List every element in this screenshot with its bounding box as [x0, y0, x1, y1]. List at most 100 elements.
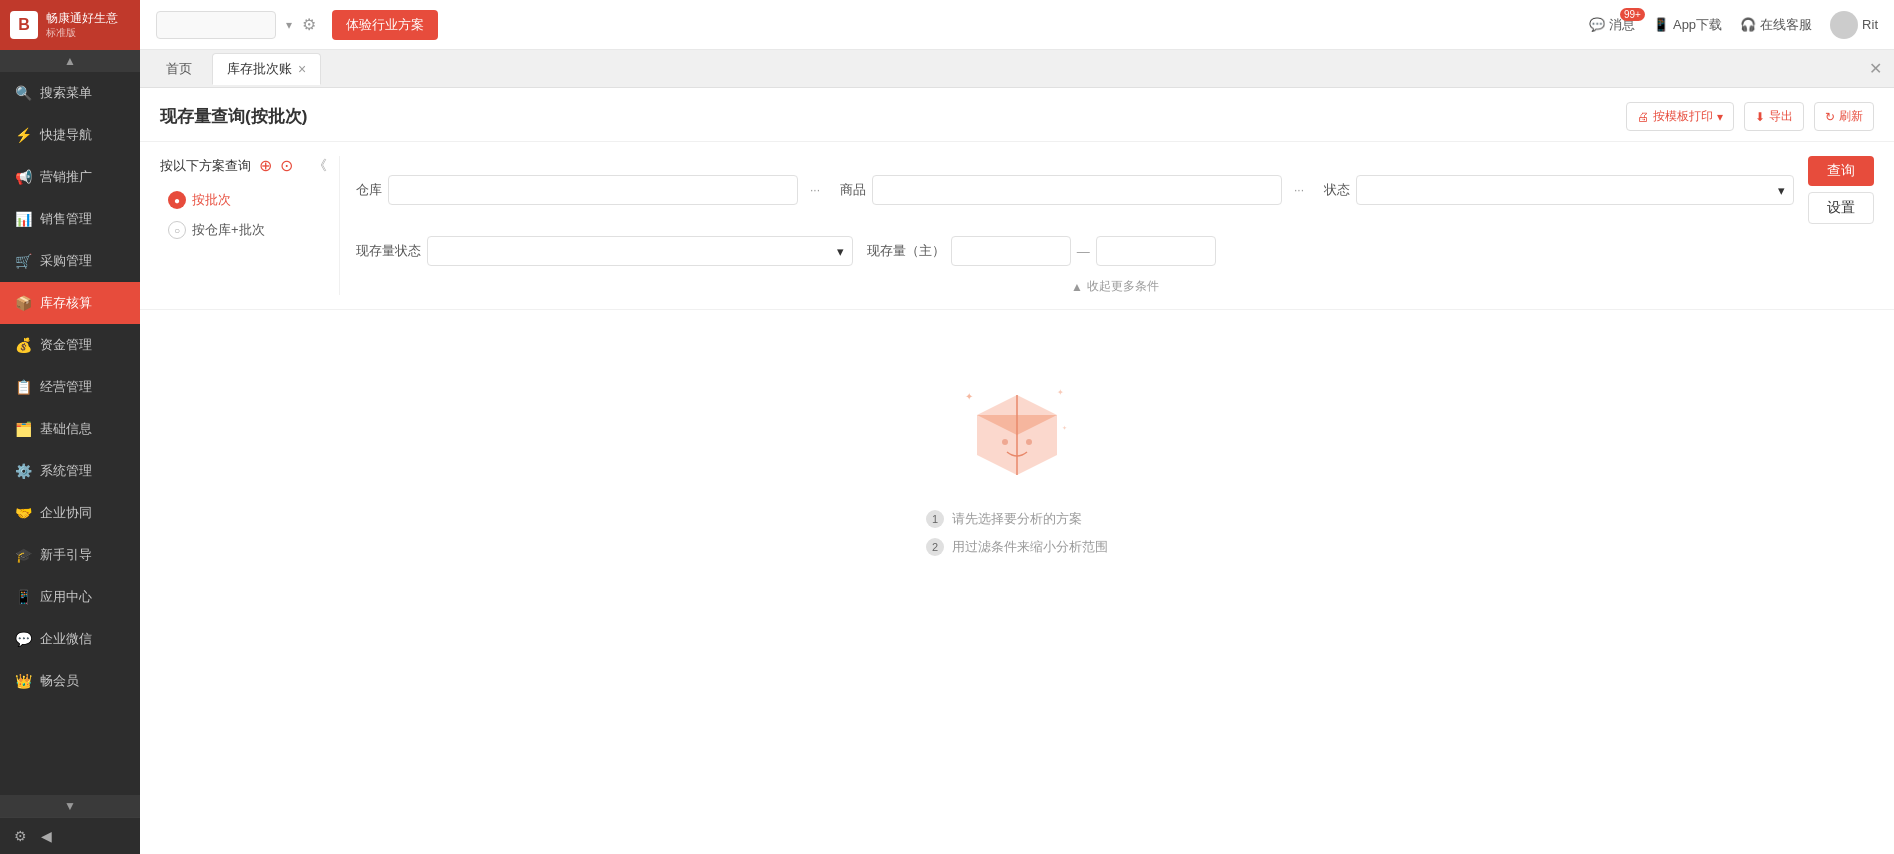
tab-inventory-batch-label: 库存批次账 — [227, 60, 292, 78]
base-icon: 🗂️ — [14, 420, 32, 438]
sidebar-item-apps[interactable]: 📱 应用中心 — [0, 576, 140, 618]
tab-close-icon[interactable]: × — [298, 61, 306, 77]
empty-state: ✦ ✦ ✦ 1 请先选择要分析的方案 2 用过滤条件来缩小分析范围 — [140, 310, 1894, 616]
sidebar-item-marketing[interactable]: 📢 营销推广 — [0, 156, 140, 198]
messages-button[interactable]: 💬 消息 99+ — [1589, 16, 1635, 34]
sidebar-item-label: 销售管理 — [40, 210, 92, 228]
member-icon: 👑 — [14, 672, 32, 690]
scheme-add-icon[interactable]: ⊕ — [259, 156, 272, 175]
sidebar-item-label: 经营管理 — [40, 378, 92, 396]
quantity-group: 现存量（主） — — [867, 236, 1364, 266]
status-chevron-icon: ▾ — [1778, 183, 1785, 198]
warehouse-more-icon[interactable]: ··· — [804, 181, 826, 199]
sidebar-item-shortcuts[interactable]: ⚡ 快捷导航 — [0, 114, 140, 156]
sidebar-item-newbie[interactable]: 🎓 新手引导 — [0, 534, 140, 576]
topbar-right: 💬 消息 99+ 📱 App下载 🎧 在线客服 Rit — [1589, 11, 1878, 39]
sidebar-item-base[interactable]: 🗂️ 基础信息 — [0, 408, 140, 450]
topbar: ▾ ⚙ 体验行业方案 💬 消息 99+ 📱 App下载 🎧 在线客服 Rit — [140, 0, 1894, 50]
online-service-label: 在线客服 — [1760, 16, 1812, 34]
warehouse-input[interactable] — [388, 175, 798, 205]
footer-collapse-icon[interactable]: ◀ — [41, 828, 52, 844]
topbar-search-input[interactable] — [156, 11, 276, 39]
goods-filter-group: 商品 ··· — [840, 175, 1310, 205]
sidebar-item-purchase[interactable]: 🛒 采购管理 — [0, 240, 140, 282]
sidebar-item-label: 企业协同 — [40, 504, 92, 522]
company-name: 畅康通好生意 — [46, 11, 118, 27]
sidebar-item-label: 新手引导 — [40, 546, 92, 564]
page-header-actions: 🖨 按模板打印 ▾ ⬇ 导出 ↻ 刷新 — [1626, 102, 1874, 131]
sidebar-item-finance[interactable]: 💰 资金管理 — [0, 324, 140, 366]
svg-text:✦: ✦ — [1062, 425, 1067, 431]
footer-settings-icon[interactable]: ⚙ — [14, 828, 27, 844]
quantity-min-input[interactable] — [951, 236, 1071, 266]
filter-scheme-header: 按以下方案查询 ⊕ ⊙ 《 — [160, 156, 327, 175]
sidebar-item-label: 搜索菜单 — [40, 84, 92, 102]
shortcuts-icon: ⚡ — [14, 126, 32, 144]
sidebar-item-label: 企业微信 — [40, 630, 92, 648]
apps-icon: 📱 — [14, 588, 32, 606]
tip-1-text: 请先选择要分析的方案 — [952, 510, 1082, 528]
close-all-tabs-icon[interactable]: ✕ — [1869, 59, 1882, 78]
app-download-button[interactable]: 📱 App下载 — [1653, 16, 1722, 34]
avatar — [1830, 11, 1858, 39]
inventory-status-select[interactable]: ▾ — [427, 236, 853, 266]
collapse-more-button[interactable]: ▲ 收起更多条件 — [356, 278, 1874, 295]
sales-icon: 📊 — [14, 210, 32, 228]
sidebar-item-system[interactable]: ⚙️ 系统管理 — [0, 450, 140, 492]
user-profile-button[interactable]: Rit — [1830, 11, 1878, 39]
quantity-max-input[interactable] — [1096, 236, 1216, 266]
print-chevron-icon: ▾ — [1717, 110, 1723, 124]
status-select[interactable]: ▾ — [1356, 175, 1794, 205]
sidebar-item-wechat[interactable]: 💬 企业微信 — [0, 618, 140, 660]
scheme-settings-icon[interactable]: ⊙ — [280, 156, 293, 175]
sidebar-item-sales[interactable]: 📊 销售管理 — [0, 198, 140, 240]
headset-icon: 🎧 — [1740, 17, 1756, 32]
sidebar-item-enterprise[interactable]: 🤝 企业协同 — [0, 492, 140, 534]
filter-schemes: 按以下方案查询 ⊕ ⊙ 《 ● 按批次 ○ 按仓库+批次 — [160, 156, 340, 295]
goods-more-icon[interactable]: ··· — [1288, 181, 1310, 199]
sidebar-item-operations[interactable]: 📋 经营管理 — [0, 366, 140, 408]
warehouse-label: 仓库 — [356, 181, 382, 199]
sidebar-item-member[interactable]: 👑 畅会员 — [0, 660, 140, 702]
sidebar-header: B 畅康通好生意 标准版 — [0, 0, 140, 50]
sidebar-scroll-down[interactable]: ▼ — [0, 795, 140, 817]
tab-inventory-batch[interactable]: 库存批次账 × — [212, 53, 321, 85]
scheme-item-warehouse-batch[interactable]: ○ 按仓库+批次 — [160, 215, 327, 245]
refresh-button[interactable]: ↻ 刷新 — [1814, 102, 1874, 131]
export-button[interactable]: ⬇ 导出 — [1744, 102, 1804, 131]
sidebar-item-label: 库存核算 — [40, 294, 92, 312]
query-button[interactable]: 查询 — [1808, 156, 1874, 186]
tab-home[interactable]: 首页 — [152, 54, 206, 84]
scheme-inactive-icon: ○ — [168, 221, 186, 239]
print-button[interactable]: 🖨 按模板打印 ▾ — [1626, 102, 1734, 131]
sidebar-nav: 🔍 搜索菜单 ⚡ 快捷导航 📢 营销推广 📊 销售管理 🛒 采购管理 📦 库存核… — [0, 72, 140, 795]
empty-state-icon: ✦ ✦ ✦ — [957, 370, 1077, 490]
scheme-warehouse-batch-label: 按仓库+批次 — [192, 221, 265, 239]
filter-row-2: 现存量状态 ▾ 现存量（主） — — [356, 236, 1874, 266]
online-service-button[interactable]: 🎧 在线客服 — [1740, 16, 1812, 34]
svg-text:✦: ✦ — [965, 391, 973, 402]
sidebar-scroll-up[interactable]: ▲ — [0, 50, 140, 72]
app-download-label: App下载 — [1673, 16, 1722, 34]
status-filter-group: 状态 ▾ — [1324, 175, 1794, 205]
topbar-chevron-icon[interactable]: ▾ — [286, 18, 292, 32]
scheme-collapse-icon[interactable]: 《 — [313, 157, 327, 175]
trial-industry-button[interactable]: 体验行业方案 — [332, 10, 438, 40]
sidebar-item-search[interactable]: 🔍 搜索菜单 — [0, 72, 140, 114]
inventory-icon: 📦 — [14, 294, 32, 312]
settings-button[interactable]: 设置 — [1808, 192, 1874, 224]
scheme-item-batch[interactable]: ● 按批次 — [160, 185, 327, 215]
search-icon: 🔍 — [14, 84, 32, 102]
newbie-icon: 🎓 — [14, 546, 32, 564]
topbar-gear-icon[interactable]: ⚙ — [302, 15, 316, 34]
goods-input[interactable] — [872, 175, 1282, 205]
sidebar-item-inventory[interactable]: 📦 库存核算 — [0, 282, 140, 324]
filter-fields: 仓库 ··· 商品 ··· 状态 ▾ — [340, 156, 1874, 295]
goods-label: 商品 — [840, 181, 866, 199]
collapse-chevron-up-icon: ▲ — [1071, 280, 1083, 294]
wechat-icon: 💬 — [14, 630, 32, 648]
empty-tip-2: 2 用过滤条件来缩小分析范围 — [926, 538, 1108, 556]
refresh-icon: ↻ — [1825, 110, 1835, 124]
sidebar-item-label: 基础信息 — [40, 420, 92, 438]
app-logo: B — [10, 11, 38, 39]
